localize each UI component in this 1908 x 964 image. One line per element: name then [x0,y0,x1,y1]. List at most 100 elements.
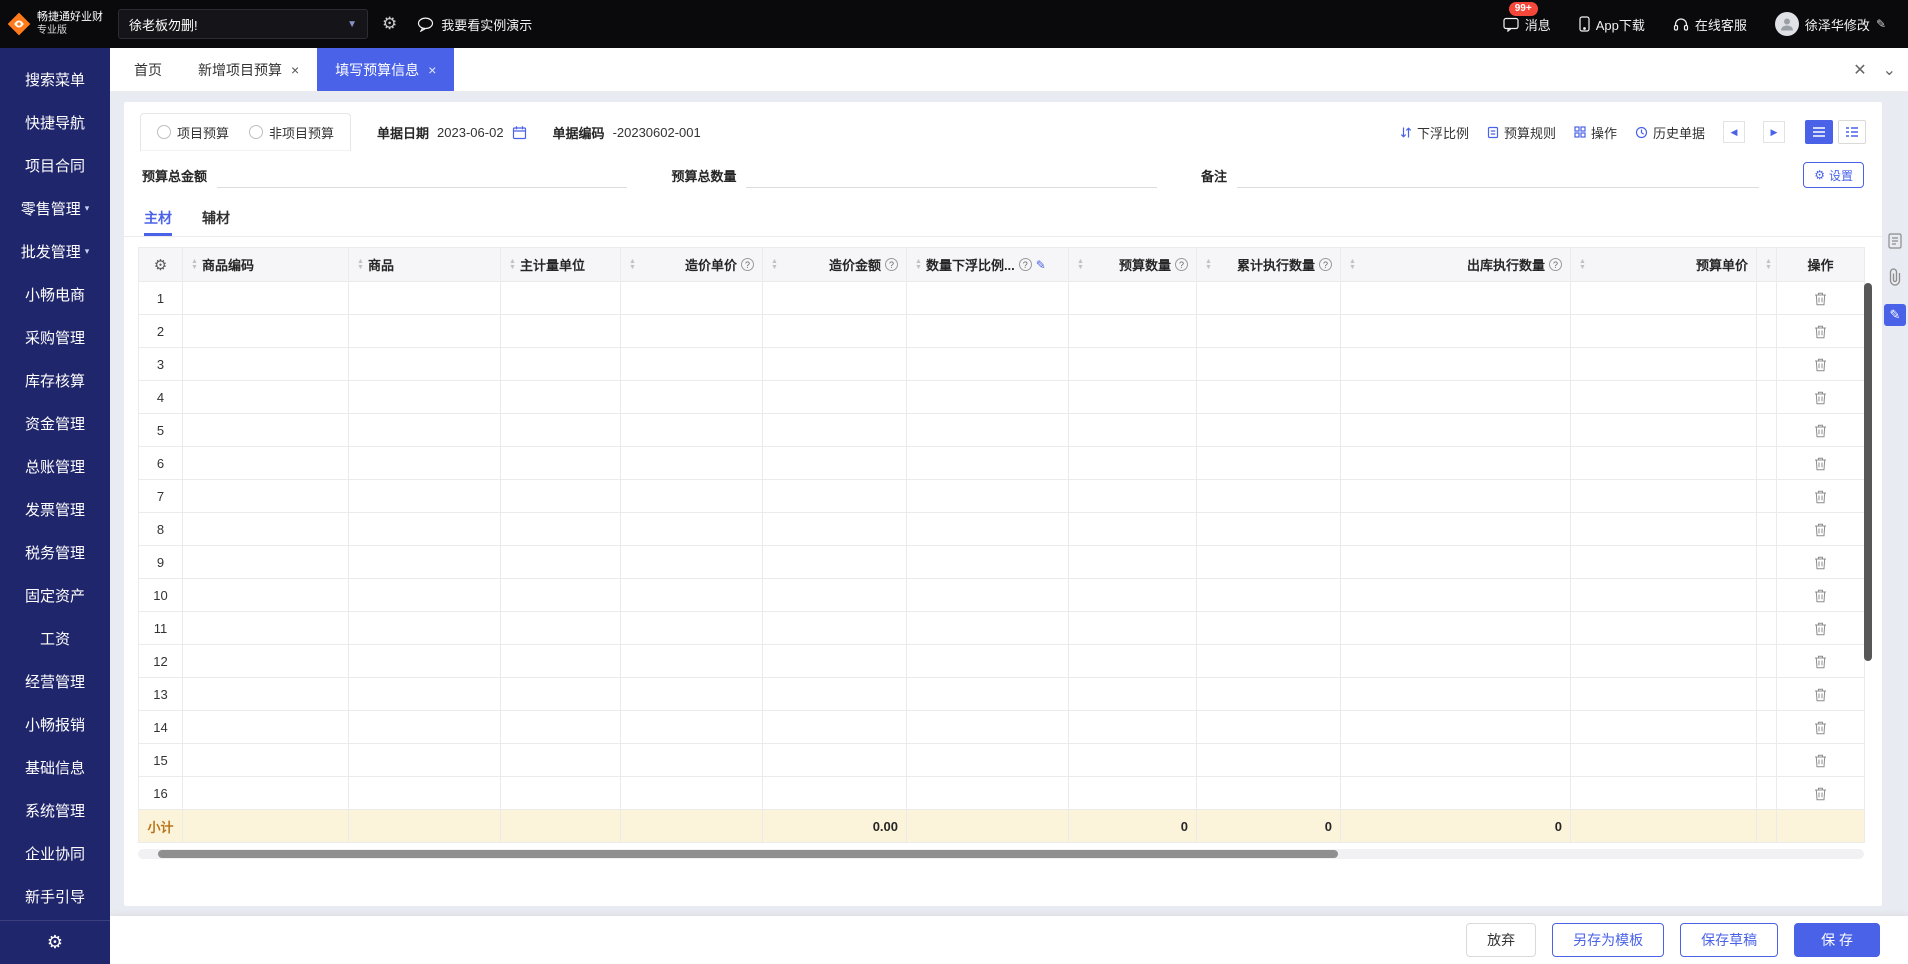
delete-row-icon[interactable] [1814,787,1827,801]
column-header-exec_qty[interactable]: ▲ ▼ 累计执行数量? [1196,247,1341,282]
cell-unit[interactable] [500,281,621,315]
horizontal-scrollbar-track[interactable] [138,849,1864,859]
cell-out_qty[interactable] [1340,677,1571,711]
cell-spacer[interactable] [1756,512,1777,546]
cell-cost_price[interactable] [620,710,763,744]
cell-code[interactable] [182,578,349,612]
sort-icon[interactable]: ▲ ▼ [1579,258,1586,271]
delete-row-icon[interactable] [1814,490,1827,504]
cell-cost_amount[interactable] [762,380,907,414]
column-header-spacer[interactable]: ▲ ▼ [1756,247,1777,282]
cell-cost_amount[interactable] [762,281,907,315]
cell-cost_amount[interactable] [762,776,907,810]
cell-spacer[interactable] [1756,578,1777,612]
cell-float_ratio[interactable] [906,578,1069,612]
cell-budget_price[interactable] [1570,743,1757,777]
cell-budget_qty[interactable] [1068,644,1197,678]
sort-icon[interactable]: ▲ ▼ [357,258,364,271]
cell-unit[interactable] [500,677,621,711]
cell-budget_qty[interactable] [1068,479,1197,513]
cell-out_qty[interactable] [1340,413,1571,447]
user-menu[interactable]: 徐泽华修改 ✎ [1774,12,1886,36]
cell-out_qty[interactable] [1340,644,1571,678]
cell-cost_price[interactable] [620,578,763,612]
cell-unit[interactable] [500,413,621,447]
delete-row-icon[interactable] [1814,556,1827,570]
cell-cost_amount[interactable] [762,347,907,381]
cell-exec_qty[interactable] [1196,644,1341,678]
cell-budget_qty[interactable] [1068,710,1197,744]
sidebar-item[interactable]: 小畅报销 [0,703,110,746]
cell-name[interactable] [348,479,501,513]
column-header-cost_amount[interactable]: ▲ ▼ 造价金额? [762,247,907,282]
cell-name[interactable] [348,314,501,348]
cell-code[interactable] [182,677,349,711]
column-header-cost_price[interactable]: ▲ ▼ 造价单价? [620,247,763,282]
toolbar-link[interactable]: 预算规则 [1487,123,1556,142]
sidebar-item[interactable]: 基础信息 [0,746,110,789]
cell-cost_price[interactable] [620,281,763,315]
delete-row-icon[interactable] [1814,754,1827,768]
cell-float_ratio[interactable] [906,380,1069,414]
cell-unit[interactable] [500,512,621,546]
cell-cost_amount[interactable] [762,512,907,546]
panel-doc-icon[interactable] [1886,232,1904,250]
cell-budget_price[interactable] [1570,413,1757,447]
calendar-icon[interactable] [512,125,527,140]
column-header-budget_qty[interactable]: ▲ ▼ 预算数量? [1068,247,1197,282]
cell-float_ratio[interactable] [906,743,1069,777]
cell-spacer[interactable] [1756,413,1777,447]
cell-float_ratio[interactable] [906,413,1069,447]
cell-unit[interactable] [500,578,621,612]
cell-cost_amount[interactable] [762,578,907,612]
delete-row-icon[interactable] [1814,325,1827,339]
toolbar-link[interactable]: 历史单据 [1635,123,1705,142]
cell-budget_price[interactable] [1570,644,1757,678]
sidebar-item[interactable]: 项目合同 [0,144,110,187]
delete-row-icon[interactable] [1814,622,1827,636]
cell-float_ratio[interactable] [906,776,1069,810]
sort-icon[interactable]: ▲ ▼ [771,258,778,271]
app-download-button[interactable]: App下载 [1579,15,1645,34]
cell-spacer[interactable] [1756,446,1777,480]
delete-row-icon[interactable] [1814,292,1827,306]
footer-button[interactable]: 放弃 [1466,923,1537,957]
sidebar-item[interactable]: 资金管理 [0,402,110,445]
sidebar-item[interactable]: 快捷导航 [0,101,110,144]
help-icon[interactable]: ? [1549,258,1562,271]
cell-out_qty[interactable] [1340,347,1571,381]
total-qty-input[interactable] [746,166,1157,188]
toolbar-link[interactable]: 操作 [1574,123,1617,142]
cell-float_ratio[interactable] [906,281,1069,315]
sidebar-item[interactable]: 固定资产 [0,574,110,617]
cell-exec_qty[interactable] [1196,479,1341,513]
doc-code-value[interactable]: -20230602-001 [613,125,701,140]
cell-exec_qty[interactable] [1196,743,1341,777]
cell-exec_qty[interactable] [1196,512,1341,546]
sidebar-item[interactable]: 工资 [0,617,110,660]
cell-code[interactable] [182,710,349,744]
cell-code[interactable] [182,479,349,513]
cell-cost_amount[interactable] [762,545,907,579]
cell-unit[interactable] [500,446,621,480]
next-doc-button[interactable]: ▶ [1763,121,1785,143]
cell-out_qty[interactable] [1340,545,1571,579]
cell-exec_qty[interactable] [1196,545,1341,579]
list-view-button[interactable] [1805,120,1833,144]
help-icon[interactable]: ? [1319,258,1332,271]
cell-exec_qty[interactable] [1196,677,1341,711]
sidebar-item[interactable]: 搜索菜单 [0,58,110,101]
cell-float_ratio[interactable] [906,677,1069,711]
close-all-tabs-icon[interactable]: ✕ [1853,60,1866,80]
cell-out_qty[interactable] [1340,611,1571,645]
sidebar-item[interactable]: 发票管理 [0,488,110,531]
delete-row-icon[interactable] [1814,721,1827,735]
cell-budget_qty[interactable] [1068,743,1197,777]
delete-row-icon[interactable] [1814,589,1827,603]
cell-float_ratio[interactable] [906,347,1069,381]
cell-cost_amount[interactable] [762,479,907,513]
cell-cost_amount[interactable] [762,413,907,447]
cell-exec_qty[interactable] [1196,347,1341,381]
column-header-budget_price[interactable]: ▲ ▼ 预算单价 [1570,247,1757,282]
cell-out_qty[interactable] [1340,281,1571,315]
